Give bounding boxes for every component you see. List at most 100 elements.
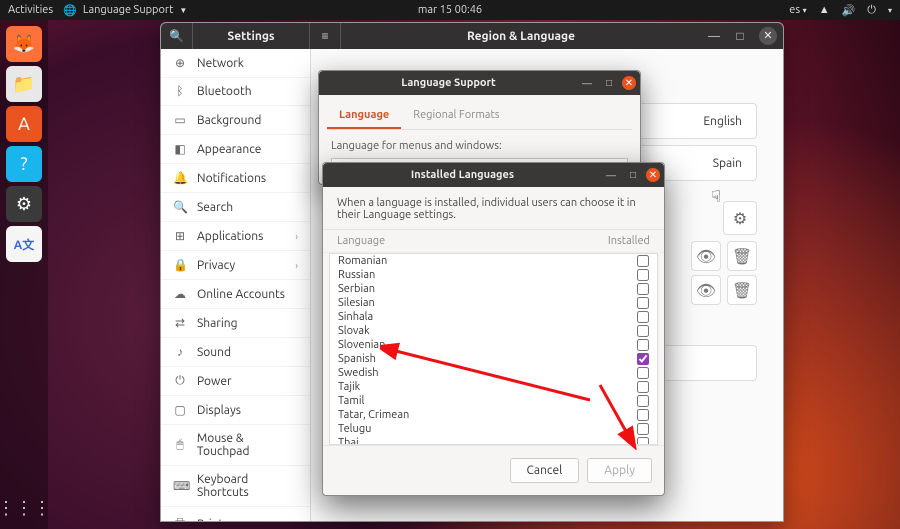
tab-language[interactable]: Language <box>327 103 401 129</box>
language-list[interactable]: RomanianRussianSerbianSilesianSinhalaSlo… <box>329 253 658 445</box>
install-checkbox[interactable] <box>637 423 649 435</box>
sidebar-item-icon: ☁ <box>173 287 187 301</box>
tab-regional-formats[interactable]: Regional Formats <box>401 103 511 129</box>
language-row-sinhala[interactable]: Sinhala <box>330 310 657 324</box>
install-checkbox[interactable] <box>637 367 649 379</box>
sidebar-item-icon: ⊞ <box>173 229 187 243</box>
input-source-options-button[interactable]: ⚙ <box>723 201 757 235</box>
sidebar-item-keyboard-shortcuts[interactable]: ⌨Keyboard Shortcuts <box>161 466 310 507</box>
language-row-spanish[interactable]: Spanish <box>330 352 657 366</box>
cancel-button[interactable]: Cancel <box>510 458 580 483</box>
app-menu[interactable]: 🌐 Language Support ▼ <box>63 4 187 17</box>
language-row-russian[interactable]: Russian <box>330 268 657 282</box>
install-checkbox[interactable] <box>637 437 649 445</box>
language-row-telugu[interactable]: Telugu <box>330 422 657 436</box>
dock-software[interactable]: A <box>6 106 42 142</box>
sidebar-item-icon: 🔒 <box>173 258 187 272</box>
close-button[interactable]: ✕ <box>759 27 777 45</box>
preview-button[interactable]: 👁 <box>691 275 721 305</box>
search-button[interactable]: 🔍 <box>161 23 193 49</box>
install-checkbox[interactable] <box>637 255 649 267</box>
hamburger-menu-button[interactable]: ≡ <box>309 23 341 49</box>
dock-language-support[interactable]: A文 <box>6 226 42 262</box>
launcher-dock: 🦊 📁 A ? ⚙ A文 ⋮⋮⋮ <box>0 20 48 529</box>
install-checkbox[interactable] <box>637 395 649 407</box>
sidebar-item-icon: ⏻ <box>173 374 187 388</box>
chevron-right-icon: › <box>295 260 298 271</box>
input-source-indicator[interactable]: es ▾ <box>789 4 806 16</box>
minimize-button[interactable]: — <box>602 167 620 183</box>
sidebar-item-icon: ◧ <box>173 142 187 156</box>
show-applications-button[interactable]: ⋮⋮⋮ <box>0 498 51 519</box>
install-checkbox[interactable] <box>637 381 649 393</box>
network-icon[interactable]: ▲ <box>819 4 830 16</box>
language-name: Telugu <box>338 423 371 435</box>
dock-files[interactable]: 📁 <box>6 66 42 102</box>
sidebar-item-power[interactable]: ⏻Power <box>161 367 310 396</box>
minimize-button[interactable]: — <box>701 23 727 49</box>
remove-button[interactable]: 🗑 <box>727 275 757 305</box>
dock-help[interactable]: ? <box>6 146 42 182</box>
sidebar-item-online-accounts[interactable]: ☁Online Accounts <box>161 280 310 309</box>
sidebar-item-displays[interactable]: ▢Displays <box>161 396 310 425</box>
language-row-thai[interactable]: Thai <box>330 436 657 445</box>
language-row-tatar-crimean[interactable]: Tatar, Crimean <box>330 408 657 422</box>
volume-icon[interactable]: 🔊 <box>842 4 856 17</box>
maximize-button[interactable]: □ <box>600 75 618 91</box>
sidebar-item-notifications[interactable]: 🔔Notifications <box>161 164 310 193</box>
language-row-swedish[interactable]: Swedish <box>330 366 657 380</box>
sidebar-item-privacy[interactable]: 🔒Privacy› <box>161 251 310 280</box>
sidebar-item-icon: 🖱 <box>173 438 187 452</box>
sidebar-item-printers[interactable]: 🖶Printers <box>161 507 310 521</box>
language-row-serbian[interactable]: Serbian <box>330 282 657 296</box>
install-checkbox[interactable] <box>637 283 649 295</box>
sidebar-item-label: Notifications <box>197 172 266 185</box>
close-button[interactable]: ✕ <box>622 76 636 90</box>
remove-button[interactable]: 🗑 <box>727 241 757 271</box>
minimize-button[interactable]: — <box>578 75 596 91</box>
install-checkbox[interactable] <box>637 409 649 421</box>
sidebar-item-mouse-touchpad[interactable]: 🖱Mouse & Touchpad <box>161 425 310 466</box>
language-name: Slovak <box>338 325 370 337</box>
sidebar-item-network[interactable]: ⊕Network <box>161 49 310 78</box>
sidebar-item-search[interactable]: 🔍Search <box>161 193 310 222</box>
maximize-button[interactable]: □ <box>624 167 642 183</box>
install-checkbox[interactable] <box>637 353 649 365</box>
sidebar-item-label: Keyboard Shortcuts <box>197 473 298 499</box>
language-row-slovenian[interactable]: Slovenian <box>330 338 657 352</box>
language-name: Tajik <box>338 381 360 393</box>
settings-sidebar[interactable]: ⊕NetworkᛒBluetooth▭Background◧Appearance… <box>161 49 311 521</box>
clock[interactable]: mar 15 00:46 <box>418 4 482 16</box>
close-button[interactable]: ✕ <box>646 168 660 182</box>
language-row-tajik[interactable]: Tajik <box>330 380 657 394</box>
install-checkbox[interactable] <box>637 325 649 337</box>
sidebar-item-label: Displays <box>197 404 241 417</box>
install-checkbox[interactable] <box>637 297 649 309</box>
language-name: Spanish <box>338 353 376 365</box>
app-menu-label: Language Support <box>83 4 174 16</box>
dock-firefox[interactable]: 🦊 <box>6 26 42 62</box>
activities-button[interactable]: Activities <box>8 4 53 16</box>
language-row-tamil[interactable]: Tamil <box>330 394 657 408</box>
language-row-romanian[interactable]: Romanian <box>330 254 657 268</box>
apply-button[interactable]: Apply <box>587 458 652 483</box>
sidebar-item-background[interactable]: ▭Background <box>161 106 310 135</box>
maximize-button[interactable]: □ <box>727 23 753 49</box>
sidebar-item-applications[interactable]: ⊞Applications› <box>161 222 310 251</box>
install-checkbox[interactable] <box>637 339 649 351</box>
chevron-down-icon[interactable]: ▾ <box>888 6 892 15</box>
install-checkbox[interactable] <box>637 311 649 323</box>
preview-button[interactable]: 👁 <box>691 241 721 271</box>
sidebar-item-sound[interactable]: ♪Sound <box>161 338 310 367</box>
power-icon[interactable]: ⏻ <box>867 4 876 17</box>
sidebar-item-appearance[interactable]: ◧Appearance <box>161 135 310 164</box>
sidebar-item-sharing[interactable]: ⇄Sharing <box>161 309 310 338</box>
dock-settings[interactable]: ⚙ <box>6 186 42 222</box>
language-name: Serbian <box>338 283 375 295</box>
sidebar-item-icon: ▭ <box>173 113 187 127</box>
language-row-slovak[interactable]: Slovak <box>330 324 657 338</box>
sidebar-item-bluetooth[interactable]: ᛒBluetooth <box>161 78 310 106</box>
language-support-tabs: Language Regional Formats <box>327 103 632 130</box>
install-checkbox[interactable] <box>637 269 649 281</box>
language-row-silesian[interactable]: Silesian <box>330 296 657 310</box>
